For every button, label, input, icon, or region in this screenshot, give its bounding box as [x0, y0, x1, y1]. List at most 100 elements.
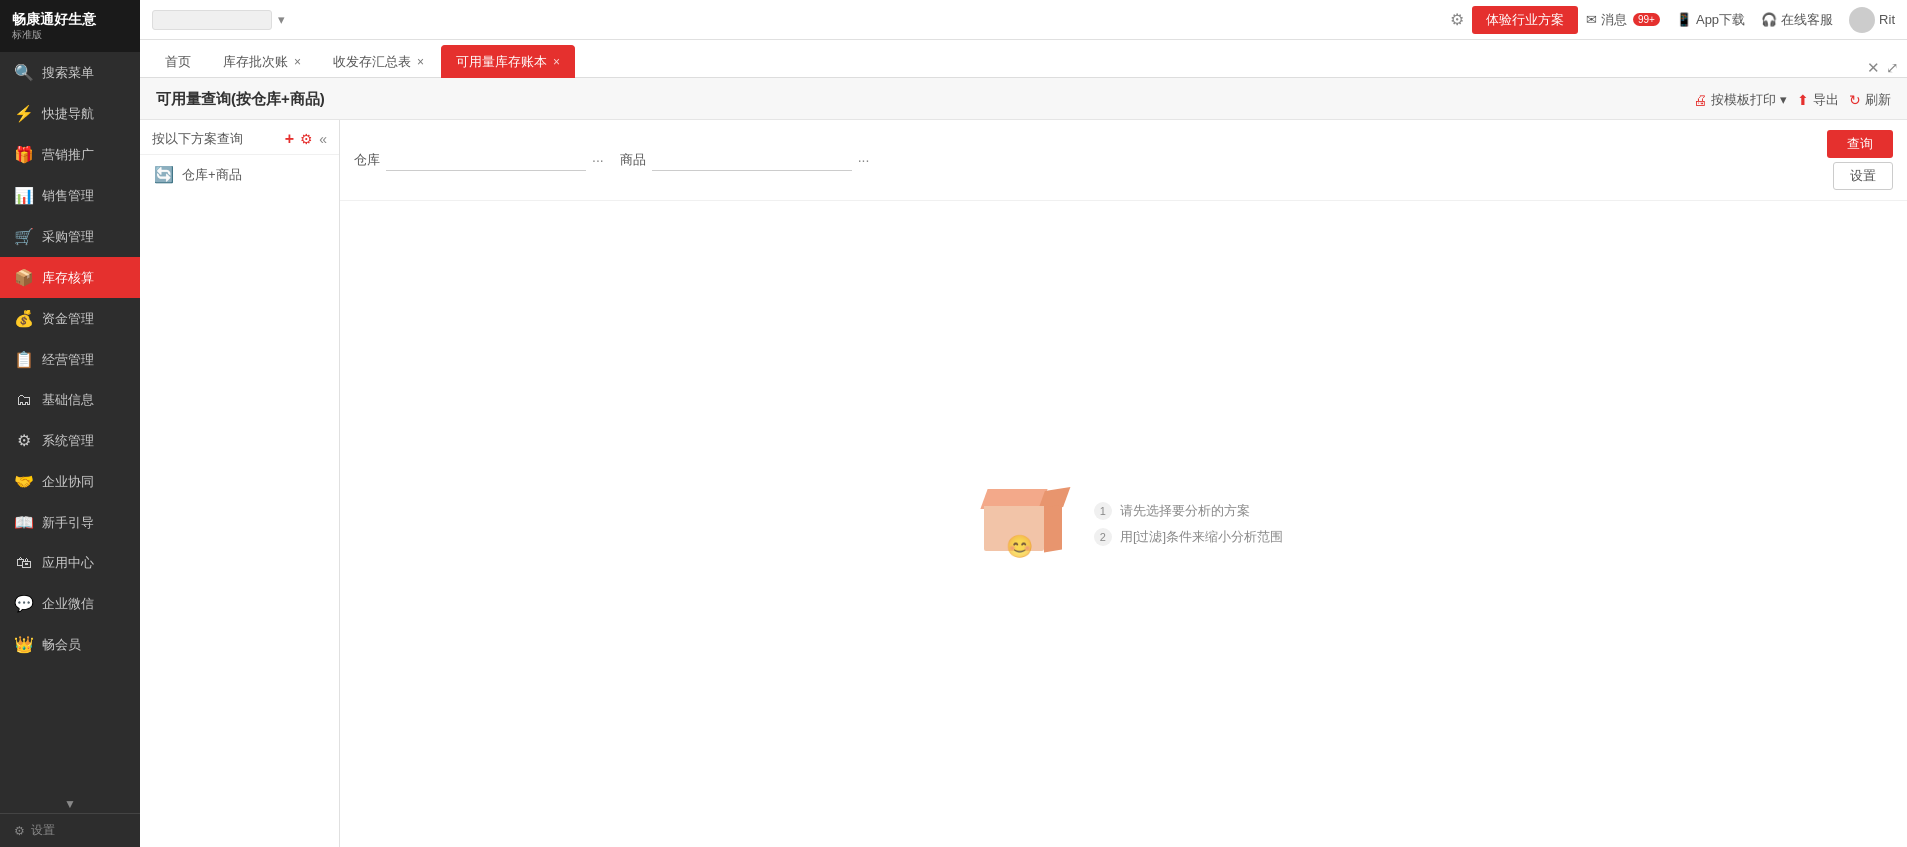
- content-area: 按以下方案查询 + ⚙ « 🔄 仓库+商品 仓库 ··· 商品: [140, 120, 1907, 847]
- nav-icon-purchase: 🛒: [14, 227, 34, 246]
- goods-input[interactable]: [652, 149, 852, 171]
- experience-btn[interactable]: 体验行业方案: [1472, 6, 1578, 34]
- nav-label-finance: 资金管理: [42, 310, 94, 328]
- nav-icon-quick-nav: ⚡: [14, 104, 34, 123]
- message-item[interactable]: ✉ 消息 99+: [1586, 11, 1660, 29]
- empty-tips: 1 请先选择要分析的方案 2 用[过滤]条件来缩小分析范围: [1094, 502, 1283, 546]
- tab-batch-ledger[interactable]: 库存批次账 ×: [208, 45, 316, 78]
- collapse-icon[interactable]: «: [319, 131, 327, 147]
- nav-icon-sales: 📊: [14, 186, 34, 205]
- app-edition: 标准版: [12, 28, 42, 42]
- nav-label-quick-nav: 快捷导航: [42, 105, 94, 123]
- tabs-container: 首页库存批次账 ×收发存汇总表 ×可用量库存账本 ×: [150, 44, 575, 77]
- sidebar-item-marketing[interactable]: 🎁 营销推广: [0, 134, 140, 175]
- filter-add-icon[interactable]: +: [285, 130, 294, 148]
- sidebar-item-finance[interactable]: 💰 资金管理: [0, 298, 140, 339]
- main-area: ▾ ⚙ 体验行业方案 ✉ 消息 99+ 📱 App下载 🎧 在线客服 Rit: [140, 0, 1907, 847]
- nav-label-app-center: 应用中心: [42, 554, 94, 572]
- tab-home[interactable]: 首页: [150, 45, 206, 78]
- warehouse-more-btn[interactable]: ···: [592, 152, 604, 168]
- refresh-btn[interactable]: ↻ 刷新: [1849, 91, 1891, 109]
- nav-label-basic-info: 基础信息: [42, 391, 94, 409]
- sidebar-bottom[interactable]: ⚙ 设置: [0, 813, 140, 847]
- print-btn[interactable]: 🖨 按模板打印 ▾: [1693, 91, 1787, 109]
- user-item[interactable]: Rit: [1849, 7, 1895, 33]
- nav-icon-basic-info: 🗂: [14, 391, 34, 409]
- nav-label-marketing: 营销推广: [42, 146, 94, 164]
- sidebar-item-purchase[interactable]: 🛒 采购管理: [0, 216, 140, 257]
- settings-btn[interactable]: 设置: [1833, 162, 1893, 190]
- tip-2-num: 2: [1094, 528, 1112, 546]
- print-icon: 🖨: [1693, 92, 1707, 108]
- query-btn[interactable]: 查询: [1827, 130, 1893, 158]
- nav-label-wechat: 企业微信: [42, 595, 94, 613]
- nav-label-member: 畅会员: [42, 636, 81, 654]
- sidebar-scroll-down[interactable]: ▼: [0, 795, 140, 813]
- tab-close-all-button[interactable]: ✕: [1867, 59, 1880, 77]
- online-service-item[interactable]: 🎧 在线客服: [1761, 11, 1833, 29]
- print-label: 按模板打印: [1711, 91, 1776, 109]
- sidebar-item-sales[interactable]: 📊 销售管理: [0, 175, 140, 216]
- tab-label-home: 首页: [165, 53, 191, 71]
- nav-label-search: 搜索菜单: [42, 64, 94, 82]
- app-download-item[interactable]: 📱 App下载: [1676, 11, 1745, 29]
- tab-close-recv-summary[interactable]: ×: [417, 55, 424, 69]
- sidebar-item-operations[interactable]: 📋 经营管理: [0, 339, 140, 380]
- tab-recv-summary[interactable]: 收发存汇总表 ×: [318, 45, 439, 78]
- box-inner-icon: 😊: [1006, 534, 1033, 560]
- empty-illustration: 😊: [964, 474, 1064, 574]
- tab-available-ledger[interactable]: 可用量库存账本 ×: [441, 45, 575, 78]
- nav-icon-wechat: 💬: [14, 594, 34, 613]
- sidebar-item-quick-nav[interactable]: ⚡ 快捷导航: [0, 93, 140, 134]
- nav-icon-finance: 💰: [14, 309, 34, 328]
- tab-close-available-ledger[interactable]: ×: [553, 55, 560, 69]
- sidebar-item-app-center[interactable]: 🛍 应用中心: [0, 543, 140, 583]
- filter-panel-label: 按以下方案查询: [152, 130, 243, 148]
- tab-resize-button[interactable]: ⤢: [1886, 59, 1899, 77]
- filter-panel-actions: + ⚙ «: [285, 130, 327, 148]
- sidebar-nav: 🔍 搜索菜单⚡ 快捷导航🎁 营销推广📊 销售管理🛒 采购管理📦 库存核算💰 资金…: [0, 52, 140, 795]
- tabs-right-buttons: ✕ ⤢: [1867, 59, 1907, 77]
- empty-tip-1: 1 请先选择要分析的方案: [1094, 502, 1283, 520]
- export-icon: ⬆: [1797, 92, 1809, 108]
- warehouse-field: 仓库 ···: [354, 149, 604, 171]
- breadcrumb-chevron-icon: ▾: [278, 12, 285, 27]
- sidebar-item-cooperation[interactable]: 🤝 企业协同: [0, 461, 140, 502]
- nav-icon-member: 👑: [14, 635, 34, 654]
- goods-more-btn[interactable]: ···: [858, 152, 870, 168]
- page-header: 可用量查询(按仓库+商品) 🖨 按模板打印 ▾ ⬆ 导出 ↻ 刷新: [140, 78, 1907, 120]
- app-download-icon: 📱: [1676, 12, 1692, 27]
- warehouse-input[interactable]: [386, 149, 586, 171]
- nav-label-operations: 经营管理: [42, 351, 94, 369]
- tab-close-batch-ledger[interactable]: ×: [294, 55, 301, 69]
- empty-tip-2: 2 用[过滤]条件来缩小分析范围: [1094, 528, 1283, 546]
- sidebar-item-search[interactable]: 🔍 搜索菜单: [0, 52, 140, 93]
- nav-label-system: 系统管理: [42, 432, 94, 450]
- goods-field: 商品 ···: [620, 149, 870, 171]
- nav-label-sales: 销售管理: [42, 187, 94, 205]
- sidebar-item-wechat[interactable]: 💬 企业微信: [0, 583, 140, 624]
- export-btn[interactable]: ⬆ 导出: [1797, 91, 1839, 109]
- sidebar-item-system[interactable]: ⚙ 系统管理: [0, 420, 140, 461]
- breadcrumb-input[interactable]: [152, 10, 272, 30]
- nav-icon-marketing: 🎁: [14, 145, 34, 164]
- app-name: 畅康通好生意: [12, 10, 96, 28]
- filter-item-label-warehouse-goods: 仓库+商品: [182, 166, 242, 184]
- sidebar-item-inventory[interactable]: 📦 库存核算: [0, 257, 140, 298]
- filter-item-icon-warehouse-goods: 🔄: [154, 165, 174, 184]
- print-chevron-icon: ▾: [1780, 92, 1787, 107]
- nav-icon-guide: 📖: [14, 513, 34, 532]
- filter-item-warehouse-goods[interactable]: 🔄 仓库+商品: [140, 155, 339, 194]
- sidebar-item-guide[interactable]: 📖 新手引导: [0, 502, 140, 543]
- nav-icon-cooperation: 🤝: [14, 472, 34, 491]
- sidebar-item-member[interactable]: 👑 畅会员: [0, 624, 140, 665]
- tabs-bar: 首页库存批次账 ×收发存汇总表 ×可用量库存账本 × ✕ ⤢: [140, 40, 1907, 78]
- gear-button[interactable]: ⚙: [1450, 10, 1464, 29]
- warehouse-label: 仓库: [354, 151, 380, 169]
- sidebar-item-basic-info[interactable]: 🗂 基础信息: [0, 380, 140, 420]
- filter-settings-icon[interactable]: ⚙: [300, 131, 313, 147]
- message-label: 消息: [1601, 11, 1627, 29]
- settings-icon: ⚙: [14, 824, 25, 838]
- filter-panel-header: 按以下方案查询 + ⚙ «: [140, 120, 339, 155]
- tab-label-batch-ledger: 库存批次账: [223, 53, 288, 71]
